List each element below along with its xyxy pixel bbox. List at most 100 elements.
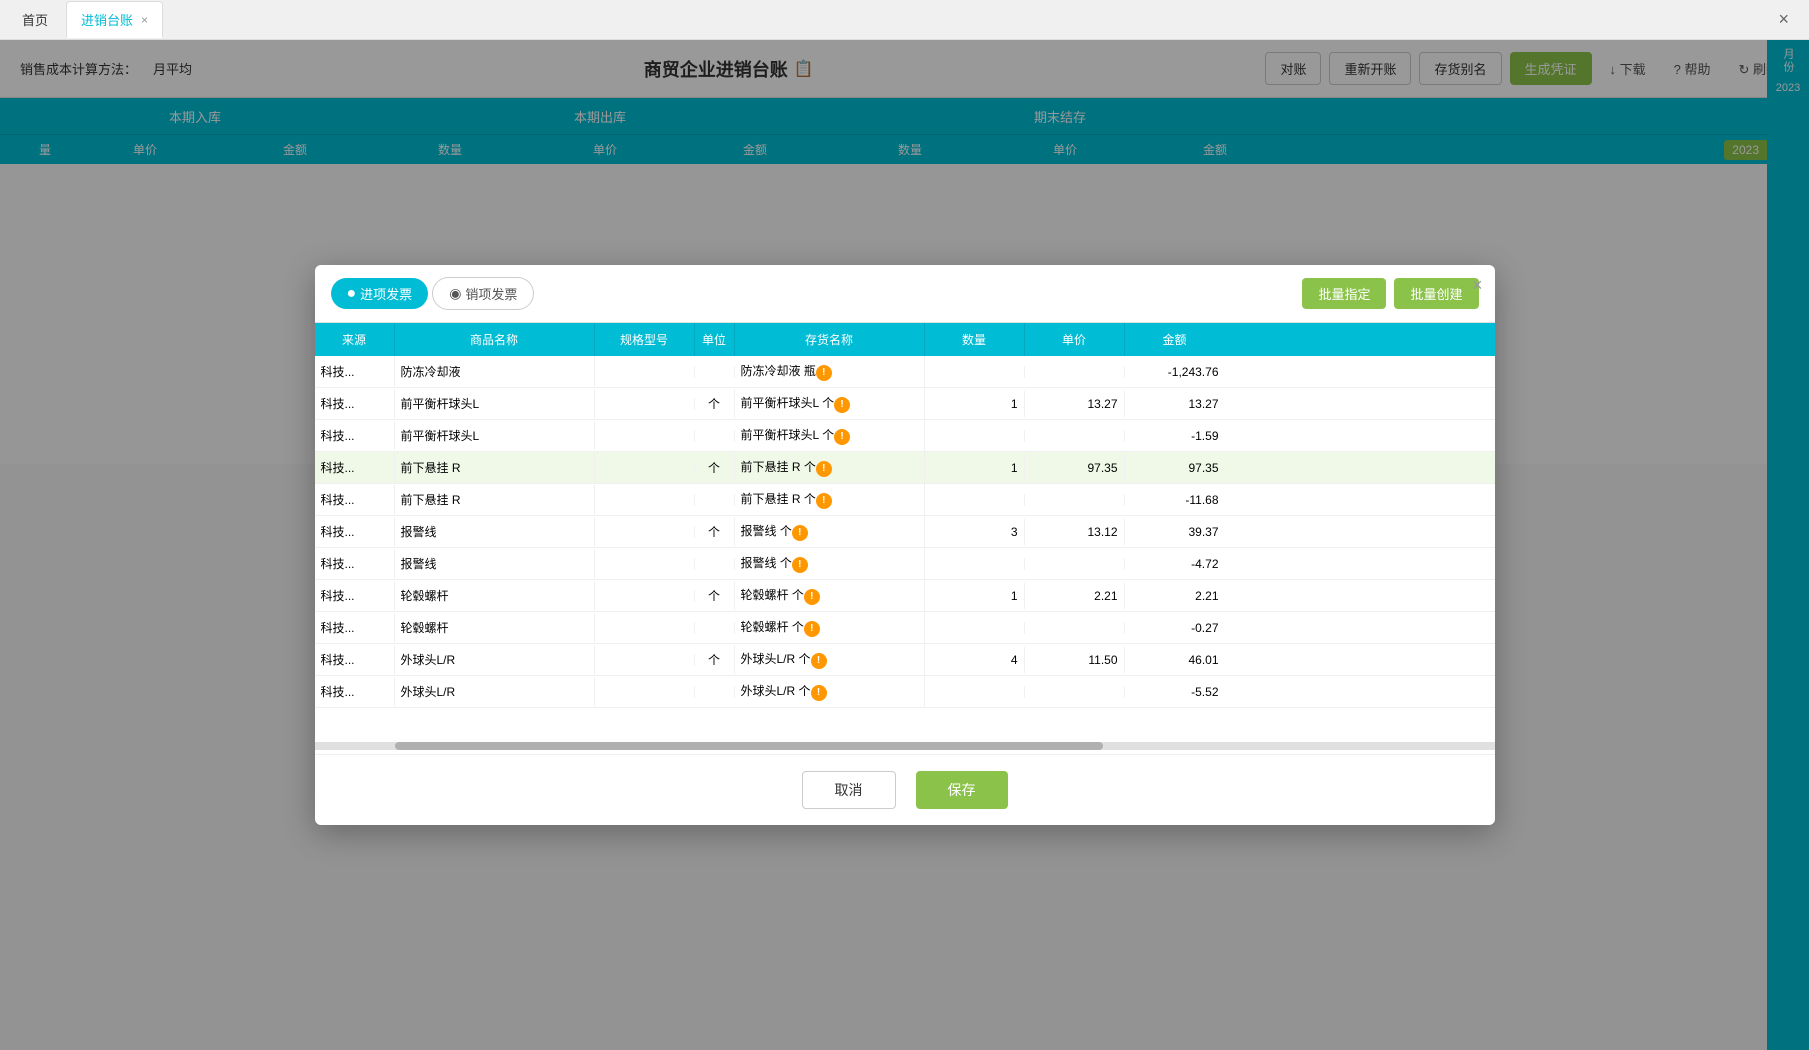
table-row[interactable]: 科技...前平衡杆球头L前平衡杆球头L 个!-1.59 — [315, 420, 1495, 452]
table-cell — [595, 622, 695, 634]
xiaoxiang-icon: ◉ — [449, 285, 461, 302]
table-cell: 4 — [925, 647, 1025, 673]
table-cell: 1 — [925, 391, 1025, 417]
table-cell — [1025, 622, 1125, 634]
table-cell: 外球头L/R 个! — [735, 676, 925, 707]
th-quantity: 数量 — [925, 323, 1025, 356]
modal-overlay: ● 进项发票 ◉ 销项发票 批量指定 批量创建 × 来源 商品名称 规格 — [0, 40, 1809, 1050]
table-cell: 前平衡杆球头L — [395, 389, 595, 418]
table-row[interactable]: 科技...轮毂螺杆轮毂螺杆 个!-0.27 — [315, 612, 1495, 644]
table-cell — [595, 590, 695, 602]
table-cell: 前平衡杆球头L 个! — [735, 388, 925, 419]
table-cell: 报警线 个! — [735, 548, 925, 579]
table-cell: 46.01 — [1125, 647, 1225, 673]
table-cell: 外球头L/R — [395, 645, 595, 674]
table-cell: 97.35 — [1125, 455, 1225, 481]
table-cell: 个 — [695, 453, 735, 482]
table-cell — [925, 366, 1025, 378]
table-cell: 1 — [925, 583, 1025, 609]
table-cell — [1025, 686, 1125, 698]
th-amount: 金额 — [1125, 323, 1225, 356]
scrollbar-thumb[interactable] — [395, 742, 1103, 750]
table-cell — [925, 558, 1025, 570]
table-row[interactable]: 科技...防冻冷却液防冻冷却液 瓶!-1,243.76 — [315, 356, 1495, 388]
warning-icon: ! — [804, 589, 820, 605]
table-cell: 13.27 — [1025, 391, 1125, 417]
warning-icon: ! — [804, 621, 820, 637]
table-cell: 外球头L/R — [395, 677, 595, 706]
table-row[interactable]: 科技...前下悬挂 R前下悬挂 R 个!-11.68 — [315, 484, 1495, 516]
table-cell: -4.72 — [1125, 551, 1225, 577]
table-cell: 13.12 — [1025, 519, 1125, 545]
table-cell — [595, 654, 695, 666]
table-cell — [695, 366, 735, 378]
table-row[interactable]: 科技...报警线个报警线 个!313.1239.37 — [315, 516, 1495, 548]
table-cell — [1025, 558, 1125, 570]
table-cell: 个 — [695, 581, 735, 610]
tab-active[interactable]: 进销台账 × — [66, 1, 163, 38]
table-cell — [1025, 430, 1125, 442]
table-cell: 个 — [695, 645, 735, 674]
table-cell: 科技... — [315, 453, 395, 482]
warning-icon: ! — [811, 653, 827, 669]
table-cell: 1 — [925, 455, 1025, 481]
tab-xiaoxiang-fapiao[interactable]: ◉ 销项发票 — [432, 277, 534, 310]
modal-header: ● 进项发票 ◉ 销项发票 批量指定 批量创建 × — [315, 265, 1495, 323]
tab-jinxiang-fapiao[interactable]: ● 进项发票 — [331, 278, 429, 309]
table-cell: 外球头L/R 个! — [735, 644, 925, 675]
table-cell: 报警线 个! — [735, 516, 925, 547]
table-cell — [595, 526, 695, 538]
table-cell — [595, 462, 695, 474]
table-cell — [695, 558, 735, 570]
table-row[interactable]: 科技...外球头L/R外球头L/R 个!-5.52 — [315, 676, 1495, 708]
table-cell — [595, 398, 695, 410]
table-cell: -0.27 — [1125, 615, 1225, 641]
table-cell — [595, 494, 695, 506]
table-cell — [1025, 494, 1125, 506]
modal-close-button[interactable]: × — [1472, 275, 1483, 296]
th-stock-name: 存货名称 — [735, 323, 925, 356]
table-row[interactable]: 科技...报警线报警线 个!-4.72 — [315, 548, 1495, 580]
tab-close-icon[interactable]: × — [141, 13, 148, 27]
jinxiang-icon: ● — [347, 285, 357, 303]
table-cell: 防冻冷却液 瓶! — [735, 356, 925, 387]
table-cell: 轮毂螺杆 — [395, 581, 595, 610]
table-row[interactable]: 科技...轮毂螺杆个轮毂螺杆 个!12.212.21 — [315, 580, 1495, 612]
pizhi-chuangjian-button[interactable]: 批量创建 — [1394, 278, 1478, 309]
table-cell — [695, 494, 735, 506]
table-row[interactable]: 科技...外球头L/R个外球头L/R 个!411.5046.01 — [315, 644, 1495, 676]
table-cell: 前下悬挂 R — [395, 453, 595, 482]
warning-icon: ! — [816, 493, 832, 509]
warning-icon: ! — [834, 429, 850, 445]
th-price: 单价 — [1025, 323, 1125, 356]
table-cell — [925, 494, 1025, 506]
save-button[interactable]: 保存 — [916, 771, 1008, 809]
table-cell: -1,243.76 — [1125, 359, 1225, 385]
table-cell: 2.21 — [1125, 583, 1225, 609]
table-row[interactable]: 科技...前平衡杆球头L个前平衡杆球头L 个!113.2713.27 — [315, 388, 1495, 420]
table-cell — [595, 558, 695, 570]
horizontal-scrollbar[interactable] — [315, 742, 1495, 750]
table-cell — [1025, 366, 1125, 378]
table-cell — [695, 622, 735, 634]
table-cell — [595, 686, 695, 698]
table-cell: 97.35 — [1025, 455, 1125, 481]
modal-table-header: 来源 商品名称 规格型号 单位 存货名称 数量 单价 金额 — [315, 323, 1495, 356]
table-cell: 前下悬挂 R 个! — [735, 452, 925, 483]
table-cell: 前平衡杆球头L 个! — [735, 420, 925, 451]
window-close-button[interactable]: × — [1766, 9, 1801, 30]
tab-home[interactable]: 首页 — [8, 2, 62, 37]
table-cell: 科技... — [315, 517, 395, 546]
table-cell: 科技... — [315, 549, 395, 578]
cancel-button[interactable]: 取消 — [802, 771, 896, 809]
warning-icon: ! — [816, 365, 832, 381]
table-cell: 科技... — [315, 581, 395, 610]
table-cell: 科技... — [315, 389, 395, 418]
pizhi-zhiding-button[interactable]: 批量指定 — [1302, 278, 1386, 309]
modal-table: 来源 商品名称 规格型号 单位 存货名称 数量 单价 金额 科技... 防冻冷却液… — [315, 323, 1495, 754]
table-cell: 前下悬挂 R 个! — [735, 484, 925, 515]
table-row[interactable]: 科技...前下悬挂 R个前下悬挂 R 个!197.3597.35 — [315, 452, 1495, 484]
table-cell: 13.27 — [1125, 391, 1225, 417]
th-unit: 单位 — [695, 323, 735, 356]
modal-footer: 取消 保存 — [315, 754, 1495, 825]
